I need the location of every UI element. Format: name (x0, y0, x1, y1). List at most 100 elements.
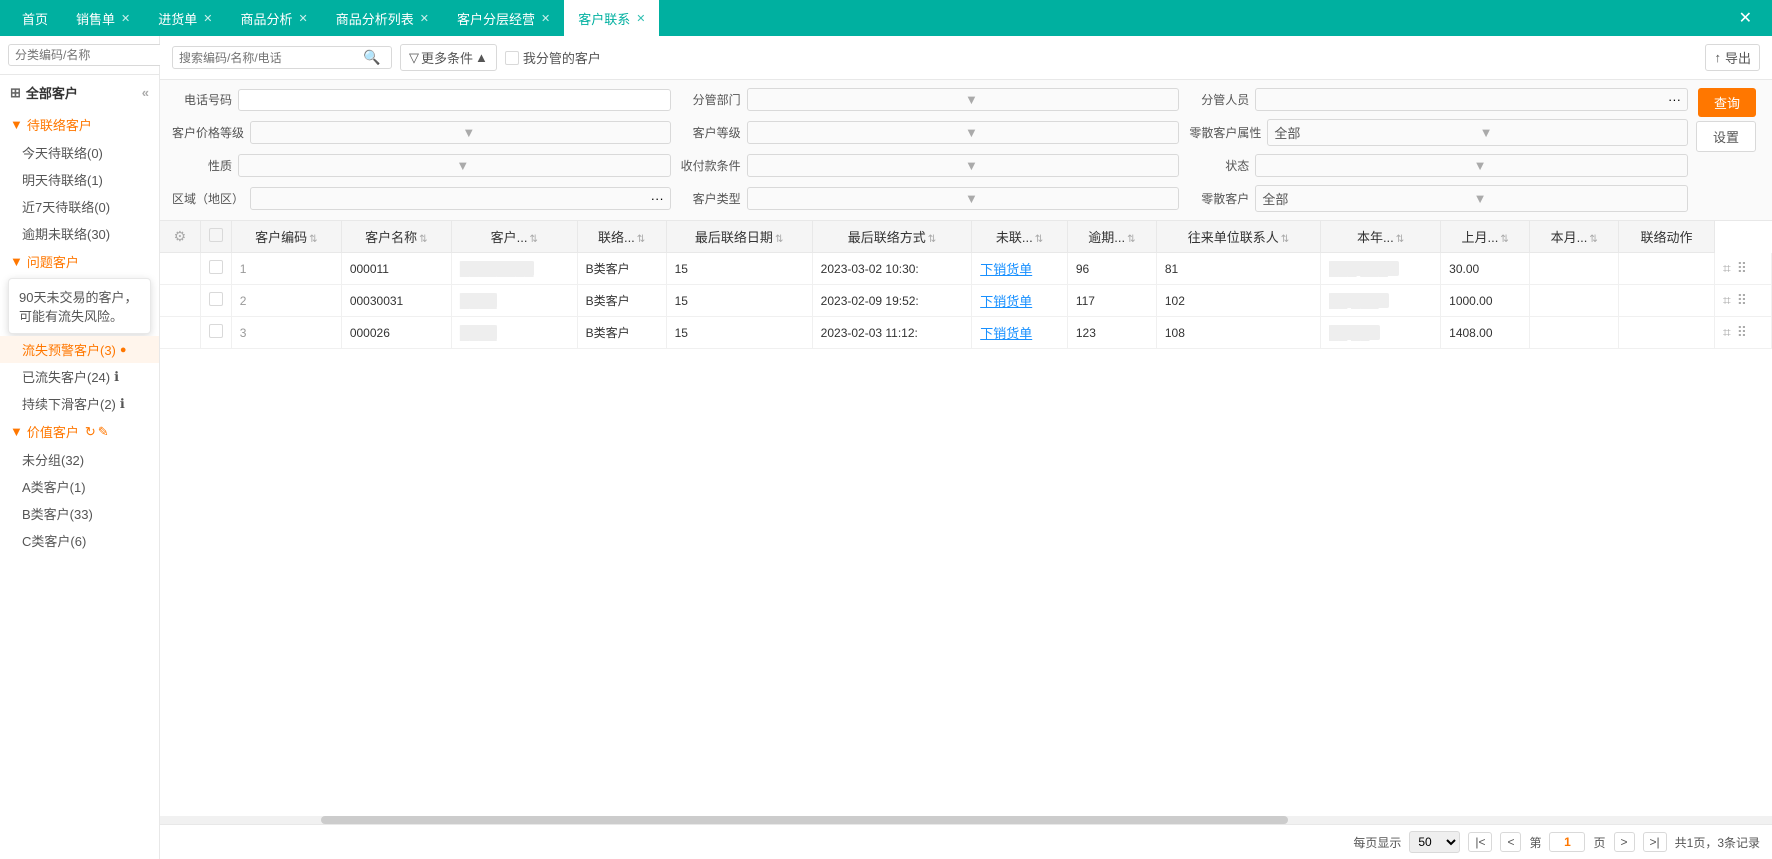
nav-tab-5[interactable]: 客户联系 ✕ (564, 0, 659, 36)
row2-method-link[interactable]: 下销货单 (980, 294, 1032, 309)
row1-last-method[interactable]: 下销货单 (972, 253, 1068, 285)
row1-link-icon[interactable]: ⌗ (1723, 260, 1731, 277)
select-all-checkbox[interactable] (209, 228, 223, 242)
price-select[interactable]: ▼ (250, 121, 671, 144)
last-page-button[interactable]: >| (1643, 832, 1667, 852)
row2-checkbox[interactable] (209, 292, 223, 306)
col-last-date[interactable]: 最后联络日期⇅ (666, 221, 812, 253)
filter-more-btn[interactable]: ▽ 更多条件 ▲ (400, 44, 497, 71)
payment-select[interactable]: ▼ (747, 154, 1180, 177)
row1-check[interactable] (200, 253, 231, 285)
filter-search-icon[interactable]: 🔍 (363, 49, 380, 66)
row3-method-link[interactable]: 下销货单 (980, 326, 1032, 341)
row2-menu-icon[interactable]: ⠿ (1737, 292, 1747, 309)
nav-tab-2[interactable]: 商品分析 ✕ (226, 0, 321, 36)
close-tab-0-icon[interactable]: ✕ (121, 12, 130, 25)
row3-menu-icon[interactable]: ⠿ (1737, 324, 1747, 341)
close-tab-4-icon[interactable]: ✕ (541, 12, 550, 25)
sidebar-group-problem[interactable]: ▼ 问题客户 (0, 247, 159, 276)
sidebar-item-overdue[interactable]: 逾期未联络(30) (0, 220, 159, 247)
close-tab-2-icon[interactable]: ✕ (299, 12, 308, 25)
export-button[interactable]: ↑ 导出 (1705, 44, 1760, 71)
sidebar-item-ungroup[interactable]: 未分组(32) (0, 446, 159, 473)
col-contact[interactable]: 联络...⇅ (577, 221, 666, 253)
sidebar-item-b-class[interactable]: B类客户(33) (0, 500, 159, 527)
query-button[interactable]: 查询 (1698, 88, 1756, 117)
manager-input-area[interactable]: ··· (1255, 88, 1688, 111)
phone-input[interactable] (238, 89, 671, 111)
row2-last-method[interactable]: 下销货单 (972, 285, 1068, 317)
status-select[interactable]: ▼ (1255, 154, 1688, 177)
row1-checkbox[interactable] (209, 260, 223, 274)
grade-select[interactable]: ▼ (747, 121, 1180, 144)
close-tab-5-icon[interactable]: ✕ (636, 12, 645, 25)
filter-my-checkbox[interactable]: 我分管的客户 (505, 48, 601, 67)
table-gear-icon[interactable]: ⚙ (174, 228, 187, 244)
col-overdue[interactable]: 逾期...⇅ (1067, 221, 1156, 253)
region-input-area[interactable]: ··· (250, 187, 671, 210)
sidebar-item-7days[interactable]: 近7天待联络(0) (0, 193, 159, 220)
row2-link-icon[interactable]: ⌗ (1723, 292, 1731, 309)
col-code[interactable]: 客户编码⇅ (231, 221, 341, 253)
col-name[interactable]: 客户名称⇅ (341, 221, 451, 253)
window-close-button[interactable]: ✕ (1727, 8, 1764, 28)
col-gear[interactable]: ⚙ (160, 221, 200, 253)
horizontal-scrollbar[interactable] (160, 816, 1772, 824)
filter-search-input[interactable] (179, 51, 359, 65)
row1-method-link[interactable]: 下销货单 (980, 262, 1032, 277)
sidebar-item-tomorrow[interactable]: 明天待联络(1) (0, 166, 159, 193)
refresh-icon[interactable]: ↻ (85, 424, 96, 440)
row3-checkbox[interactable] (209, 324, 223, 338)
row3-check[interactable] (200, 317, 231, 349)
manager-dots[interactable]: ··· (1668, 92, 1681, 107)
col-check[interactable] (200, 221, 231, 253)
sidebar-item-churn-warning[interactable]: 流失预警客户(3) ● (0, 336, 159, 363)
scrollbar-thumb[interactable] (321, 816, 1288, 824)
col-type[interactable]: 客户...⇅ (451, 221, 577, 253)
col-last-method[interactable]: 最后联络方式⇅ (812, 221, 972, 253)
nav-tab-1[interactable]: 进货单 ✕ (144, 0, 226, 36)
col-no-days[interactable]: 未联...⇅ (972, 221, 1068, 253)
col-this-year[interactable]: 本年...⇅ (1320, 221, 1440, 253)
edit-icon[interactable]: ✎ (98, 424, 109, 440)
close-tab-1-icon[interactable]: ✕ (203, 12, 212, 25)
row1-menu-icon[interactable]: ⠿ (1737, 260, 1747, 277)
nav-tab-3[interactable]: 商品分析列表 ✕ (322, 0, 443, 36)
region-dots[interactable]: ··· (651, 191, 664, 206)
sidebar-item-churned[interactable]: 已流失客户(24) ℹ (0, 363, 159, 390)
row3-link-icon[interactable]: ⌗ (1723, 324, 1731, 341)
sidebar-collapse-icon[interactable]: « (142, 85, 149, 100)
sidebar-item-today[interactable]: 今天待联络(0) (0, 139, 159, 166)
row2-contact-person: ██ ███... (1320, 285, 1440, 317)
nav-tab-4[interactable]: 客户分层经营 ✕ (443, 0, 564, 36)
churned-info-icon[interactable]: ℹ (114, 369, 119, 385)
row2-check[interactable] (200, 285, 231, 317)
sidebar-item-declining[interactable]: 持续下滑客户(2) ℹ (0, 390, 159, 417)
gender-select[interactable]: ▼ (238, 154, 671, 177)
next-page-button[interactable]: > (1614, 832, 1635, 852)
col-contact-person[interactable]: 往来单位联系人⇅ (1156, 221, 1320, 253)
nav-tab-0[interactable]: 销售单 ✕ (62, 0, 144, 36)
my-checkbox[interactable] (505, 51, 519, 65)
retail-select[interactable]: 全部 ▼ (1255, 185, 1688, 212)
first-page-button[interactable]: |< (1468, 832, 1492, 852)
sidebar-item-c-class[interactable]: C类客户(6) (0, 527, 159, 554)
nav-home[interactable]: 首页 (8, 0, 62, 36)
col-this-month[interactable]: 本月...⇅ (1530, 221, 1619, 253)
close-tab-3-icon[interactable]: ✕ (420, 12, 429, 25)
retail-attr-select[interactable]: 全部 ▼ (1267, 119, 1688, 146)
dept-select[interactable]: ▼ (747, 88, 1180, 111)
page-number-input[interactable] (1549, 832, 1585, 852)
sidebar-group-pending[interactable]: ▼ 待联络客户 (0, 110, 159, 139)
row3-last-method[interactable]: 下销货单 (972, 317, 1068, 349)
col-last-month[interactable]: 上月...⇅ (1441, 221, 1530, 253)
sidebar-item-a-class[interactable]: A类客户(1) (0, 473, 159, 500)
sidebar-search-input[interactable] (8, 44, 177, 66)
declining-info-icon[interactable]: ℹ (120, 396, 125, 412)
sidebar-group-value[interactable]: ▼ 价值客户 ↻ ✎ (0, 417, 159, 446)
per-page-select[interactable]: 50 100 200 (1409, 831, 1460, 853)
prev-page-button[interactable]: < (1500, 832, 1521, 852)
sidebar-root-title[interactable]: ⊞ 全部客户 « (0, 75, 159, 110)
cust-type-select[interactable]: ▼ (747, 187, 1180, 210)
set-button[interactable]: 设置 (1696, 121, 1756, 152)
